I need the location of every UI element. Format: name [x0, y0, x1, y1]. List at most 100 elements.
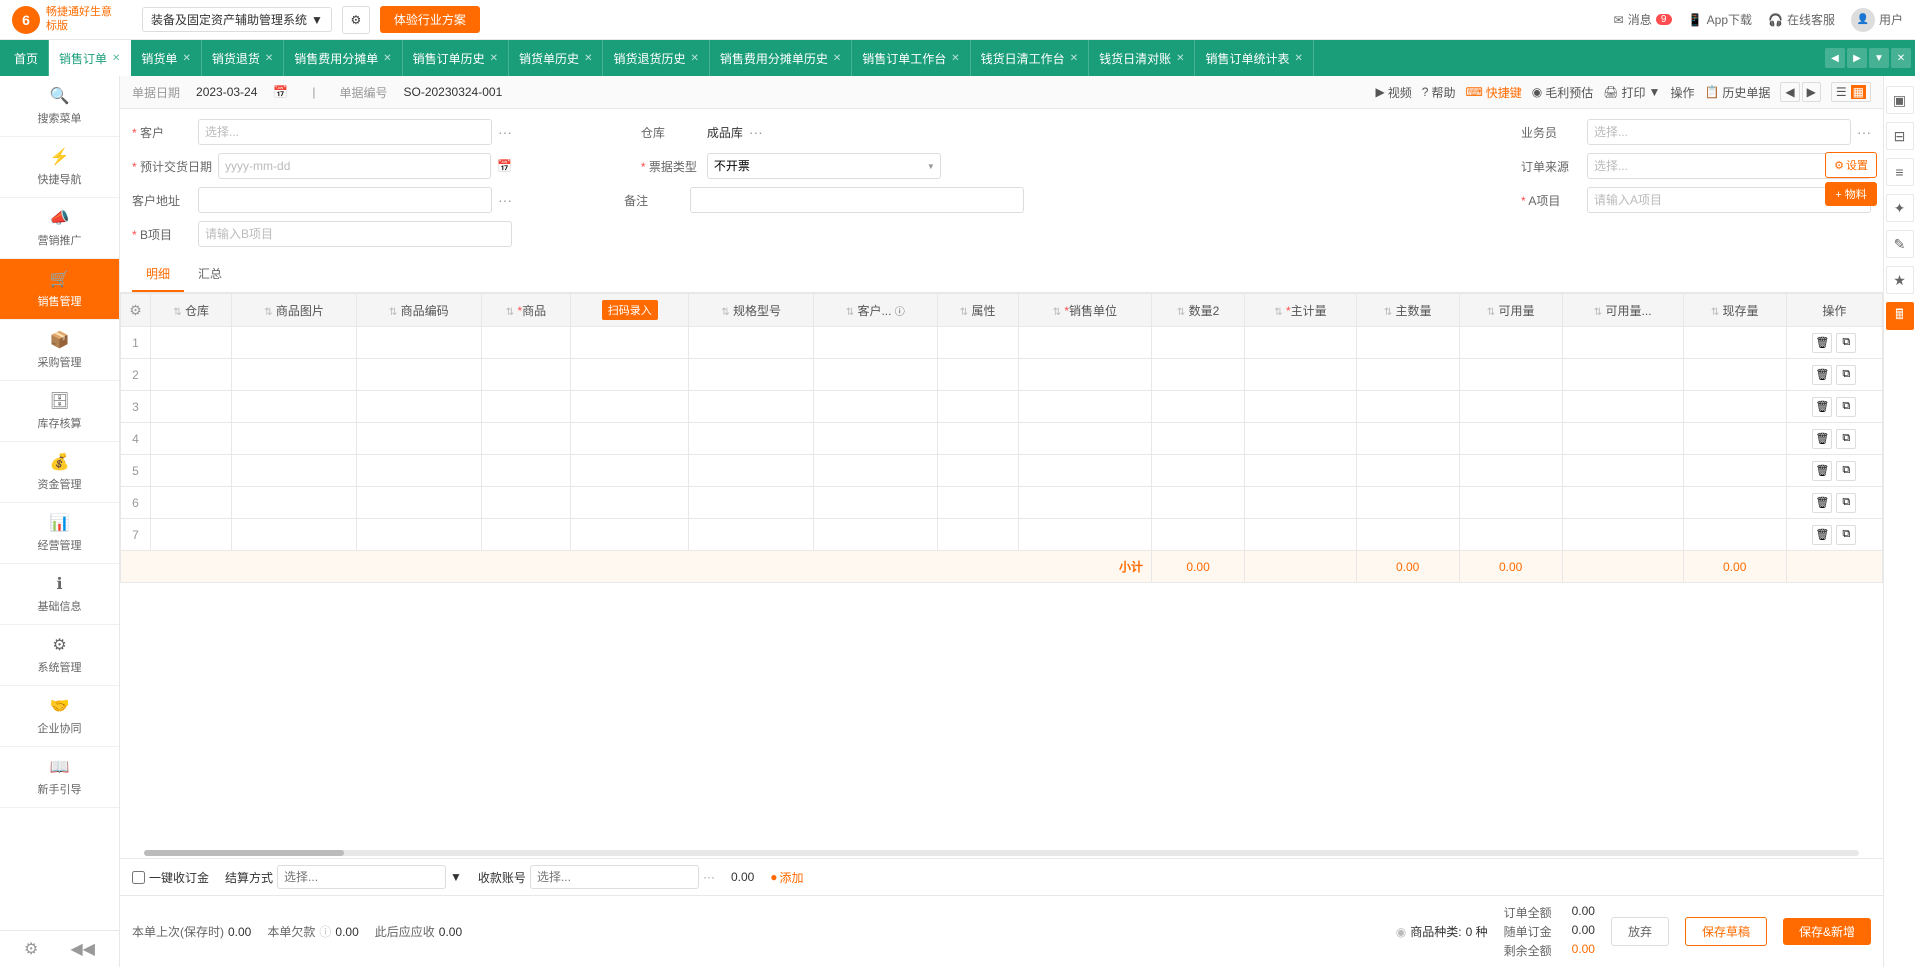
system-selector[interactable]: 装备及固定资产辅助管理系统 ▼ — [142, 7, 332, 32]
row-1-attribute[interactable] — [937, 327, 1018, 359]
row-3-available[interactable] — [1459, 391, 1562, 423]
row-2-main-qty[interactable] — [1356, 359, 1459, 391]
view-btn[interactable]: ▶ 视频 — [1376, 84, 1412, 101]
row-2-customer-code[interactable] — [814, 359, 938, 391]
row-1-product-code[interactable] — [356, 327, 481, 359]
tab-sales-expense[interactable]: 销售费用分摊单 ✕ — [284, 40, 402, 76]
row-3-customer-code[interactable] — [814, 391, 938, 423]
row-7-main-unit[interactable] — [1245, 519, 1356, 551]
save-draft-btn[interactable]: 保存草稿 — [1685, 917, 1767, 946]
row-5-available2[interactable] — [1562, 455, 1683, 487]
row-7-scan[interactable] — [571, 519, 689, 551]
row-7-warehouse[interactable] — [151, 519, 232, 551]
tab-sales-bill-history[interactable]: 销货单历史 ✕ — [509, 40, 603, 76]
right-icon-2[interactable]: ⊟ — [1886, 122, 1914, 150]
row-1-spec[interactable] — [689, 327, 814, 359]
tab-sales-stats[interactable]: 销售订单统计表 ✕ — [1195, 40, 1313, 76]
staff-input[interactable] — [1587, 119, 1851, 145]
row-6-available2[interactable] — [1562, 487, 1683, 519]
calendar-icon[interactable]: 📅 — [273, 85, 288, 99]
row-4-qty2[interactable] — [1151, 423, 1244, 455]
row-3-stock[interactable] — [1683, 391, 1786, 423]
right-icon-1[interactable]: ▣ — [1886, 86, 1914, 114]
nav-expand[interactable]: ▼ — [1869, 48, 1889, 68]
row-6-available[interactable] — [1459, 487, 1562, 519]
sidebar-collapse-btn[interactable]: ◀◀ — [70, 939, 95, 959]
bank-dots-btn[interactable]: ··· — [703, 870, 715, 884]
row-2-product-img[interactable] — [232, 359, 357, 391]
row-5-spec[interactable] — [689, 455, 814, 487]
row-6-product-code[interactable] — [356, 487, 481, 519]
col-spec[interactable]: ⇅ 规格型号 — [689, 294, 814, 327]
row-1-main-qty[interactable] — [1356, 327, 1459, 359]
row-6-attribute[interactable] — [937, 487, 1018, 519]
row-3-available2[interactable] — [1562, 391, 1683, 423]
row-5-product[interactable] — [481, 455, 571, 487]
right-icon-5[interactable]: ✎ — [1886, 230, 1914, 258]
row-2-scan[interactable] — [571, 359, 689, 391]
add-material-btn[interactable]: + 物料 — [1825, 182, 1877, 206]
row-1-available[interactable] — [1459, 327, 1562, 359]
row-7-copy[interactable]: ⧉ — [1836, 525, 1856, 545]
row-3-qty2[interactable] — [1151, 391, 1244, 423]
b-project-input[interactable] — [198, 221, 512, 247]
delivery-date-input[interactable] — [218, 153, 491, 179]
row-2-qty2[interactable] — [1151, 359, 1244, 391]
sidebar-item-finance[interactable]: 💰 资金管理 — [0, 442, 119, 503]
col-available[interactable]: ⇅ 可用量 — [1459, 294, 1562, 327]
row-5-available[interactable] — [1459, 455, 1562, 487]
nav-close[interactable]: ✕ — [1891, 48, 1911, 68]
row-7-delete[interactable]: 🗑 — [1812, 525, 1832, 545]
row-4-product[interactable] — [481, 423, 571, 455]
row-4-unit[interactable] — [1018, 423, 1151, 455]
row-5-copy[interactable]: ⧉ — [1836, 461, 1856, 481]
col-attribute[interactable]: ⇅ 属性 — [937, 294, 1018, 327]
row-5-main-unit[interactable] — [1245, 455, 1356, 487]
col-settings[interactable]: ⚙ — [121, 294, 151, 327]
row-6-unit[interactable] — [1018, 487, 1151, 519]
operation-btn[interactable]: 操作 — [1670, 84, 1694, 101]
row-6-main-unit[interactable] — [1245, 487, 1356, 519]
row-5-main-qty[interactable] — [1356, 455, 1459, 487]
app-download[interactable]: 📱 App下载 — [1688, 11, 1752, 28]
row-3-product-code[interactable] — [356, 391, 481, 423]
row-5-delete[interactable]: 🗑 — [1812, 461, 1832, 481]
help-btn[interactable]: ? 帮助 — [1422, 84, 1456, 101]
grid-view-icon[interactable]: ☰ — [1836, 85, 1847, 99]
row-1-qty2[interactable] — [1151, 327, 1244, 359]
row-3-attribute[interactable] — [937, 391, 1018, 423]
col-scan[interactable]: 扫码录入 — [571, 294, 689, 327]
bank-account-input[interactable] — [530, 865, 699, 889]
row-7-stock[interactable] — [1683, 519, 1786, 551]
row-4-stock[interactable] — [1683, 423, 1786, 455]
row-3-copy[interactable]: ⧉ — [1836, 397, 1856, 417]
row-1-delete[interactable]: 🗑 — [1812, 333, 1832, 353]
nav-next-btn[interactable]: ▶ — [1802, 82, 1821, 102]
col-main-qty[interactable]: ⇅ 主数量 — [1356, 294, 1459, 327]
right-icon-3[interactable]: ≡ — [1886, 158, 1914, 186]
sidebar-item-sales[interactable]: 🛒 销售管理 — [0, 259, 119, 320]
col-product-code[interactable]: ⇅ 商品编码 — [356, 294, 481, 327]
col-unit[interactable]: ⇅ *销售单位 — [1018, 294, 1151, 327]
abandon-btn[interactable]: 放弃 — [1611, 917, 1669, 946]
customer-address-input[interactable] — [198, 187, 492, 213]
customer-input[interactable] — [198, 119, 492, 145]
row-4-available2[interactable] — [1562, 423, 1683, 455]
sidebar-item-purchase[interactable]: 📦 采购管理 — [0, 320, 119, 381]
profit-btn[interactable]: ◉ 毛利预估 — [1532, 84, 1594, 101]
tab-sales-order-history[interactable]: 销售订单历史 ✕ — [403, 40, 509, 76]
row-2-available2[interactable] — [1562, 359, 1683, 391]
sidebar-item-inventory[interactable]: 🗄 库存核算 — [0, 381, 119, 442]
row-6-customer-code[interactable] — [814, 487, 938, 519]
row-6-scan[interactable] — [571, 487, 689, 519]
user-area[interactable]: 👤 用户 — [1851, 8, 1903, 32]
row-3-product[interactable] — [481, 391, 571, 423]
row-6-delete[interactable]: 🗑 — [1812, 493, 1832, 513]
card-view-icon[interactable]: ▦ — [1851, 85, 1866, 99]
tab-expense-history[interactable]: 销售费用分摊单历史 ✕ — [710, 40, 852, 76]
row-7-main-qty[interactable] — [1356, 519, 1459, 551]
settings-btn[interactable]: ⚙ 设置 — [1825, 152, 1877, 178]
row-6-product-img[interactable] — [232, 487, 357, 519]
row-4-spec[interactable] — [689, 423, 814, 455]
tab-return-history[interactable]: 销货退货历史 ✕ — [603, 40, 709, 76]
